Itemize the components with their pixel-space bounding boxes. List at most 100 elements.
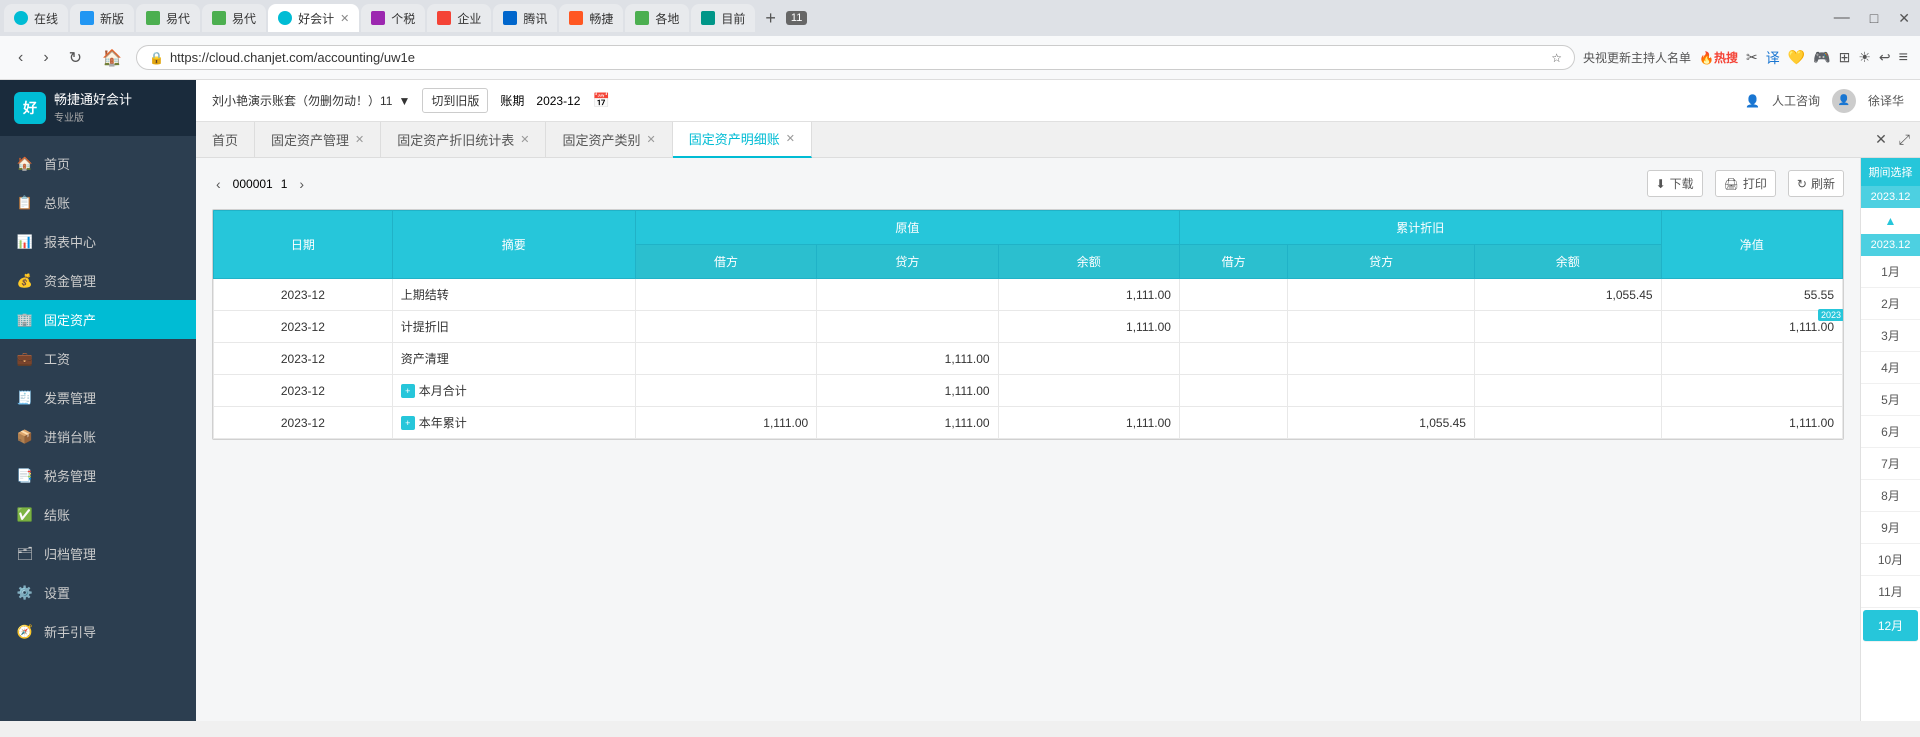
sidebar-item-label: 进销台账 xyxy=(44,427,96,446)
browser-tab-muqian[interactable]: 目前 xyxy=(691,4,755,32)
tab-label: 固定资产折旧统计表 xyxy=(397,130,514,149)
period-month-3[interactable]: 3月 xyxy=(1861,320,1920,352)
browser-tab-tencent[interactable]: 腾讯 xyxy=(493,4,557,32)
sidebar-item-inventory[interactable]: 📦 进销台账 xyxy=(0,417,196,456)
period-month-5[interactable]: 5月 xyxy=(1861,384,1920,416)
sidebar-item-fixed-assets[interactable]: 🏢 固定资产 xyxy=(0,300,196,339)
home-button[interactable]: 🏠 xyxy=(96,44,128,72)
tab-home[interactable]: 首页 xyxy=(196,122,255,158)
sidebar-item-payroll[interactable]: 💼 工资 xyxy=(0,339,196,378)
print-button[interactable]: 🖨 打印 xyxy=(1715,170,1776,197)
brightness-icon[interactable]: ☀ xyxy=(1858,49,1871,66)
period-month-10[interactable]: 10月 xyxy=(1861,544,1920,576)
download-button[interactable]: ⬇ 下载 xyxy=(1647,170,1703,197)
cell-date: 2023-12 xyxy=(214,279,393,311)
browser-tab-yidai2[interactable]: 易代 xyxy=(202,4,266,32)
expand-button[interactable]: ⤢ xyxy=(1897,129,1912,150)
minimize-button[interactable]: — xyxy=(1828,7,1856,29)
sidebar-item-ledger[interactable]: 📋 总账 xyxy=(0,183,196,222)
tab-label: 固定资产管理 xyxy=(271,130,349,149)
cell-orig-debit xyxy=(635,375,816,407)
sidebar-item-funds[interactable]: 💰 资金管理 xyxy=(0,261,196,300)
period-month-7[interactable]: 7月 xyxy=(1861,448,1920,480)
scissors-icon[interactable]: ✂ xyxy=(1746,49,1758,66)
reload-button[interactable]: ↻ xyxy=(63,44,88,72)
support-label[interactable]: 人工咨询 xyxy=(1772,92,1820,109)
apps-icon[interactable]: ⊞ xyxy=(1839,49,1851,66)
undo-icon[interactable]: ↩ xyxy=(1879,49,1891,66)
period-month-8[interactable]: 8月 xyxy=(1861,480,1920,512)
funds-icon: 💰 xyxy=(16,272,34,290)
sidebar-item-settlement[interactable]: ✅ 结账 xyxy=(0,495,196,534)
period-month-2[interactable]: 2月 xyxy=(1861,288,1920,320)
sidebar-item-archive[interactable]: 🗂 归档管理 xyxy=(0,534,196,573)
tab-depreciation-stats[interactable]: 固定资产折旧统计表 ✕ xyxy=(381,122,546,158)
security-icon: 🔒 xyxy=(149,51,164,65)
browser-tab-qiye[interactable]: 企业 xyxy=(427,4,491,32)
scroll-up-button[interactable]: ▲ xyxy=(1861,208,1920,234)
cell-net-value: 1,111.00 2023 xyxy=(1661,311,1842,343)
cell-acc-credit xyxy=(1288,375,1475,407)
close-window-button[interactable]: ✕ xyxy=(1892,8,1916,29)
sidebar-item-tax[interactable]: 📑 税务管理 xyxy=(0,456,196,495)
maximize-button[interactable]: □ xyxy=(1864,8,1884,28)
calendar-icon[interactable]: 📅 xyxy=(592,92,609,109)
menu-icon[interactable]: ≡ xyxy=(1899,49,1908,67)
sidebar-item-settings[interactable]: ⚙️ 设置 xyxy=(0,573,196,612)
bookmark-icon[interactable]: ☆ xyxy=(1551,51,1562,65)
browser-tab-yidai1[interactable]: 易代 xyxy=(136,4,200,32)
browser-tab-haokuaiji[interactable]: 好会计 ✕ xyxy=(268,4,359,32)
forward-button[interactable]: › xyxy=(37,45,54,71)
tax-icon: 📑 xyxy=(16,467,34,485)
translate-icon[interactable]: 译 xyxy=(1766,48,1780,68)
sidebar-item-invoices[interactable]: 🧾 发票管理 xyxy=(0,378,196,417)
back-button[interactable]: ‹ xyxy=(12,45,29,71)
period-month-11[interactable]: 11月 xyxy=(1861,576,1920,608)
close-tab-icon[interactable]: ✕ xyxy=(355,133,364,146)
period-month-6[interactable]: 6月 xyxy=(1861,416,1920,448)
tab-fixed-asset-mgmt[interactable]: 固定资产管理 ✕ xyxy=(255,122,381,158)
prev-record-button[interactable]: ‹ xyxy=(212,174,225,194)
close-tab-icon[interactable]: ✕ xyxy=(520,133,529,146)
tab-actions: ✕ ⤢ xyxy=(1873,129,1920,150)
hot-search-icon[interactable]: 🔥热搜 xyxy=(1699,49,1738,66)
period-month-4[interactable]: 4月 xyxy=(1861,352,1920,384)
game-icon[interactable]: 🎮 xyxy=(1813,49,1830,66)
sidebar-item-guide[interactable]: 🧭 新手引导 xyxy=(0,612,196,651)
browser-tab-gedi[interactable]: 各地 xyxy=(625,4,689,32)
tab-asset-detail[interactable]: 固定资产明细账 ✕ xyxy=(673,122,812,158)
wallet-icon[interactable]: 💛 xyxy=(1788,49,1805,66)
period-month-1[interactable]: 1月 xyxy=(1861,256,1920,288)
sidebar-item-reports[interactable]: 📊 报表中心 xyxy=(0,222,196,261)
cell-orig-credit: 1,111.00 xyxy=(817,343,998,375)
period-header[interactable]: 期间选择 xyxy=(1861,158,1920,186)
close-panel-button[interactable]: ✕ xyxy=(1873,129,1889,150)
sidebar-item-label: 税务管理 xyxy=(44,466,96,485)
browser-tab-changjie[interactable]: 畅捷 xyxy=(559,4,623,32)
new-tab-button[interactable]: + xyxy=(757,4,784,33)
switch-version-button[interactable]: 切到旧版 xyxy=(422,88,488,113)
close-tab-icon[interactable]: ✕ xyxy=(786,132,795,145)
sidebar-item-home[interactable]: 🏠 首页 xyxy=(0,144,196,183)
download-icon: ⬇ xyxy=(1656,177,1666,191)
tab-asset-category[interactable]: 固定资产类别 ✕ xyxy=(546,122,672,158)
company-selector[interactable]: 刘小艳演示账套（勿删勿动！）11 ▼ xyxy=(212,92,410,109)
sidebar-item-label: 归档管理 xyxy=(44,544,96,563)
browser-tab-new[interactable]: 新版 xyxy=(70,4,134,32)
header-right: 👤 人工咨询 👤 徐译华 xyxy=(1745,89,1904,113)
record-nav: ‹ 000001 1 › ⬇ 下载 🖨 打印 xyxy=(212,170,1844,197)
cell-acc-balance xyxy=(1474,311,1661,343)
close-tab-icon[interactable]: ✕ xyxy=(647,133,656,146)
next-record-button[interactable]: › xyxy=(295,174,308,194)
col-net-value: 净值 xyxy=(1661,211,1842,279)
period-year-highlight[interactable]: 2023.12 xyxy=(1861,234,1920,256)
period-year-selected[interactable]: 2023.12 xyxy=(1861,186,1920,208)
url-bar[interactable]: 🔒 https://cloud.chanjet.com/accounting/u… xyxy=(136,45,1575,70)
period-month-12[interactable]: 12月 xyxy=(1863,610,1918,642)
browser-tab-geshui[interactable]: 个税 xyxy=(361,4,425,32)
logo-sub: 专业版 xyxy=(54,109,132,124)
browser-tab-online[interactable]: 在线 xyxy=(4,4,68,32)
refresh-button[interactable]: ↻ 刷新 xyxy=(1788,170,1844,197)
close-tab-icon[interactable]: ✕ xyxy=(340,12,349,25)
period-month-9[interactable]: 9月 xyxy=(1861,512,1920,544)
